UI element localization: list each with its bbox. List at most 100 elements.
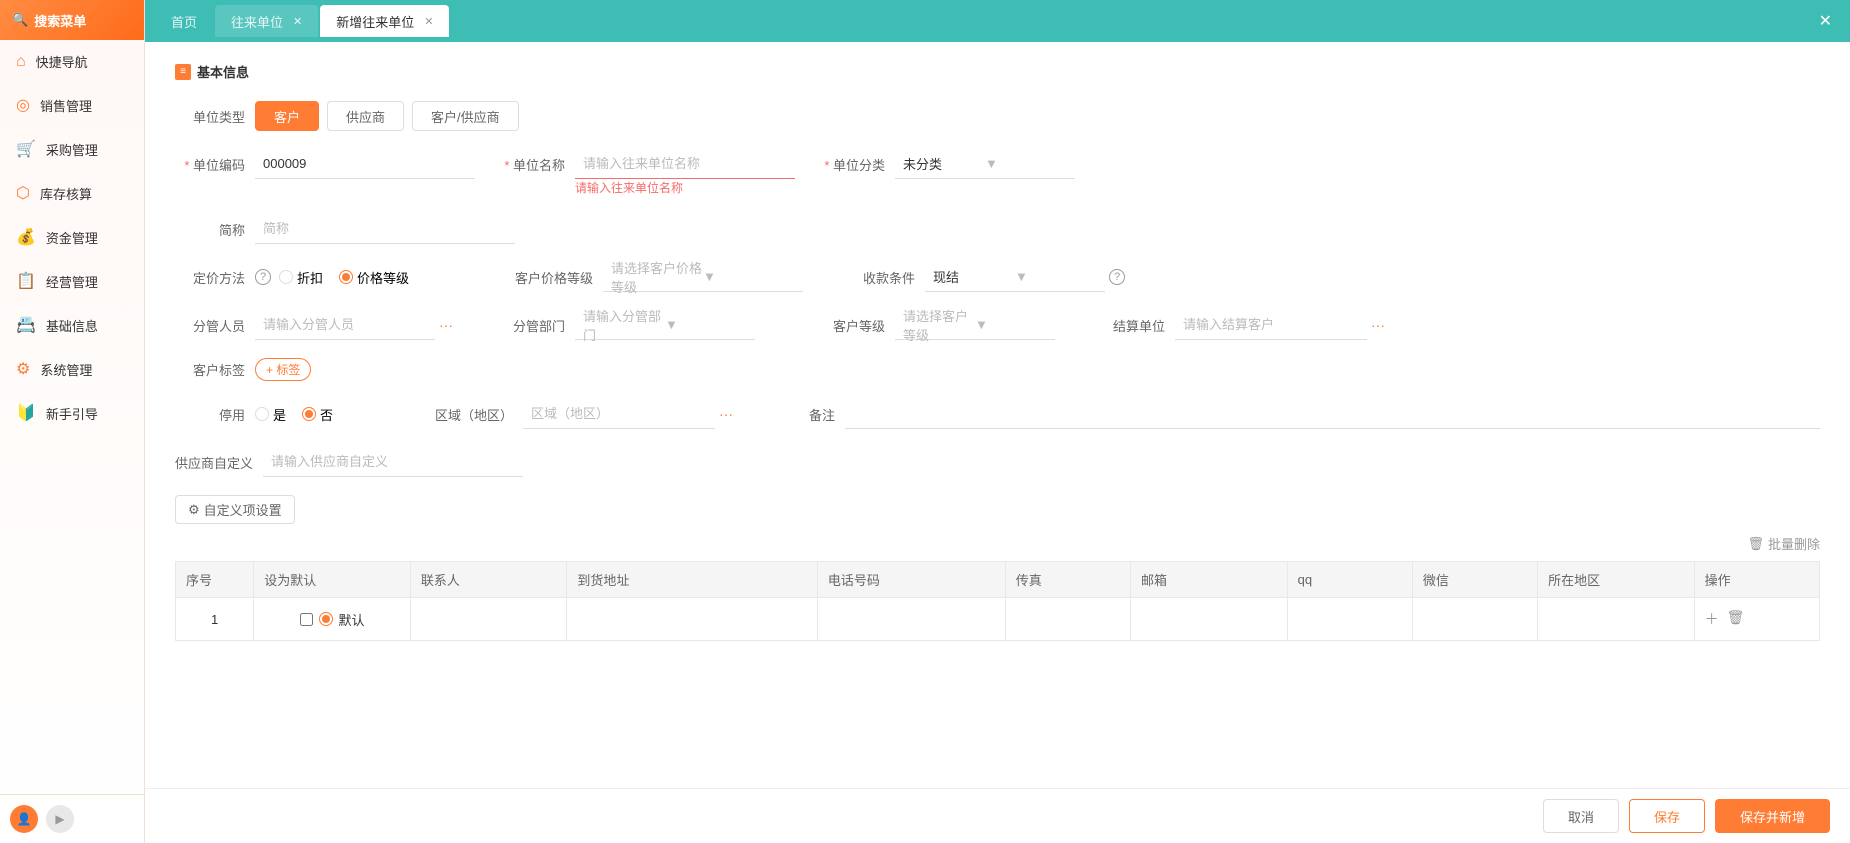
address-input[interactable]	[577, 604, 807, 634]
cancel-button[interactable]: 取消	[1543, 799, 1619, 833]
table-row: 1 默认	[176, 598, 1820, 641]
type-supplier-btn[interactable]: 供应商	[327, 101, 404, 131]
settlement-unit-input[interactable]	[1175, 310, 1367, 340]
disabled-yes-radio[interactable]	[255, 407, 269, 421]
unit-code-input[interactable]	[255, 149, 475, 179]
region-more-btn[interactable]: ···	[719, 406, 733, 422]
sidebar-item-purchase[interactable]: 🛒 采购管理	[0, 127, 144, 171]
fax-input[interactable]	[1016, 604, 1120, 634]
col-seq: 序号	[176, 562, 254, 598]
sidebar-label: 系统管理	[40, 360, 92, 379]
pricing-help-icon[interactable]: ?	[255, 269, 271, 285]
cell-fax[interactable]	[1005, 598, 1130, 641]
tab-partners[interactable]: 往来单位 ✕	[215, 5, 318, 37]
disabled-no-option[interactable]: 否	[302, 405, 333, 424]
pricing-level-radio[interactable]	[339, 270, 353, 284]
default-radio[interactable]	[319, 612, 333, 626]
supplier-custom-label: 供应商自定义	[175, 453, 263, 472]
operations-icon: 📋	[16, 271, 36, 291]
sidebar-item-operations[interactable]: 📋 经营管理	[0, 259, 144, 303]
unit-name-input[interactable]	[575, 149, 795, 179]
cell-region[interactable]	[1538, 598, 1695, 641]
supplier-custom-input[interactable]	[263, 447, 523, 477]
payment-terms-select[interactable]: 现结 ▼	[925, 262, 1105, 292]
disabled-yes-option[interactable]: 是	[255, 405, 286, 424]
wechat-input[interactable]	[1423, 604, 1527, 634]
tab-home-label: 首页	[171, 12, 197, 31]
disabled-label: 停用	[175, 405, 255, 424]
disabled-no-label: 否	[320, 405, 333, 424]
sidebar: 🔍 搜索菜单 ⌂ 快捷导航 ◎ 销售管理 🛒 采购管理 ⬡ 库存核算 💰 资金管…	[0, 0, 145, 843]
abbr-input[interactable]	[255, 214, 515, 244]
customer-level-select[interactable]: 请选择客户等级 ▼	[895, 310, 1055, 340]
cell-wechat[interactable]	[1412, 598, 1537, 641]
sidebar-item-sales[interactable]: ◎ 销售管理	[0, 83, 144, 127]
col-contact: 联系人	[410, 562, 567, 598]
row-checkbox[interactable]	[300, 613, 313, 626]
custom-settings-btn[interactable]: ⚙ 自定义项设置	[175, 495, 295, 524]
col-region: 所在地区	[1538, 562, 1695, 598]
code-name-category-row: 单位编码 单位名称 请输入往来单位名称 单位分类	[175, 149, 1820, 196]
pricing-discount-option[interactable]: 折扣	[279, 268, 323, 287]
manager-input[interactable]	[255, 310, 435, 340]
sidebar-item-guide[interactable]: 🔰 新手引导	[0, 391, 144, 435]
cell-qq[interactable]	[1287, 598, 1412, 641]
sidebar-item-system[interactable]: ⚙ 系统管理	[0, 347, 144, 391]
department-select[interactable]: 请输入分管部门 ▼	[575, 310, 755, 340]
pricing-discount-label: 折扣	[297, 268, 323, 287]
save-button[interactable]: 保存	[1629, 799, 1705, 833]
tab-new-partner-close[interactable]: ✕	[424, 15, 433, 28]
abbr-label: 简称	[175, 220, 255, 239]
cell-address[interactable]	[567, 598, 818, 641]
tag-row: 客户标签 + 标签	[175, 358, 1820, 381]
col-address: 到货地址	[567, 562, 818, 598]
cell-contact[interactable]	[410, 598, 567, 641]
contact-input[interactable]	[421, 604, 557, 634]
batch-delete-label[interactable]: 批量删除	[1768, 534, 1820, 553]
sidebar-item-quick-nav[interactable]: ⌂ 快捷导航	[0, 40, 144, 83]
phone-input[interactable]	[828, 604, 995, 634]
tab-new-partner[interactable]: 新增往来单位 ✕	[320, 5, 449, 37]
row-delete-btn[interactable]: 🗑	[1727, 609, 1745, 629]
save-add-button[interactable]: 保存并新增	[1715, 799, 1830, 833]
sidebar-label: 资金管理	[46, 228, 98, 247]
sales-icon: ◎	[16, 95, 30, 115]
disabled-no-radio[interactable]	[302, 407, 316, 421]
disabled-radio-group: 是 否	[255, 405, 333, 424]
email-input[interactable]	[1141, 604, 1277, 634]
add-tag-btn[interactable]: + 标签	[255, 358, 311, 381]
sidebar-item-inventory[interactable]: ⬡ 库存核算	[0, 171, 144, 215]
unit-category-arrow: ▼	[985, 156, 1067, 171]
sidebar-item-basic-info[interactable]: 📇 基础信息	[0, 303, 144, 347]
unit-category-select[interactable]: 未分类 ▼	[895, 149, 1075, 179]
bottom-bar: 取消 保存 保存并新增	[145, 788, 1850, 843]
type-both-btn[interactable]: 客户/供应商	[412, 101, 519, 131]
search-menu-btn[interactable]: 🔍 搜索菜单	[0, 0, 144, 40]
manager-more-btn[interactable]: ···	[439, 317, 453, 333]
sidebar-expand-btn[interactable]: ▶	[46, 805, 74, 833]
settlement-unit-more-btn[interactable]: ···	[1371, 317, 1385, 333]
pricing-discount-radio[interactable]	[279, 270, 293, 284]
region-input[interactable]	[523, 399, 715, 429]
customer-price-level-select[interactable]: 请选择客户价格等级 ▼	[603, 262, 803, 292]
row-add-btn[interactable]: ＋	[1705, 609, 1719, 629]
remark-input[interactable]	[845, 399, 1820, 429]
payment-terms-help-icon[interactable]: ?	[1109, 269, 1125, 285]
cell-phone[interactable]	[817, 598, 1005, 641]
pricing-level-option[interactable]: 价格等级	[339, 268, 409, 287]
tab-home[interactable]: 首页	[155, 5, 213, 37]
qq-input[interactable]	[1298, 604, 1402, 634]
sidebar-item-finance[interactable]: 💰 资金管理	[0, 215, 144, 259]
table-body: 1 默认	[176, 598, 1820, 641]
type-customer-btn[interactable]: 客户	[255, 101, 319, 131]
tab-new-partner-label: 新增往来单位	[336, 12, 414, 31]
unit-code-control	[255, 149, 475, 179]
abbr-row: 简称	[175, 214, 1820, 244]
sidebar-label: 快捷导航	[36, 52, 88, 71]
cell-ops: ＋ 🗑	[1694, 598, 1819, 641]
sidebar-avatar-btn[interactable]: 👤	[10, 805, 38, 833]
row-region-input[interactable]	[1548, 604, 1684, 634]
tab-partners-close[interactable]: ✕	[293, 15, 302, 28]
cell-email[interactable]	[1131, 598, 1288, 641]
close-all-tabs-btn[interactable]: ✕	[1811, 11, 1840, 31]
